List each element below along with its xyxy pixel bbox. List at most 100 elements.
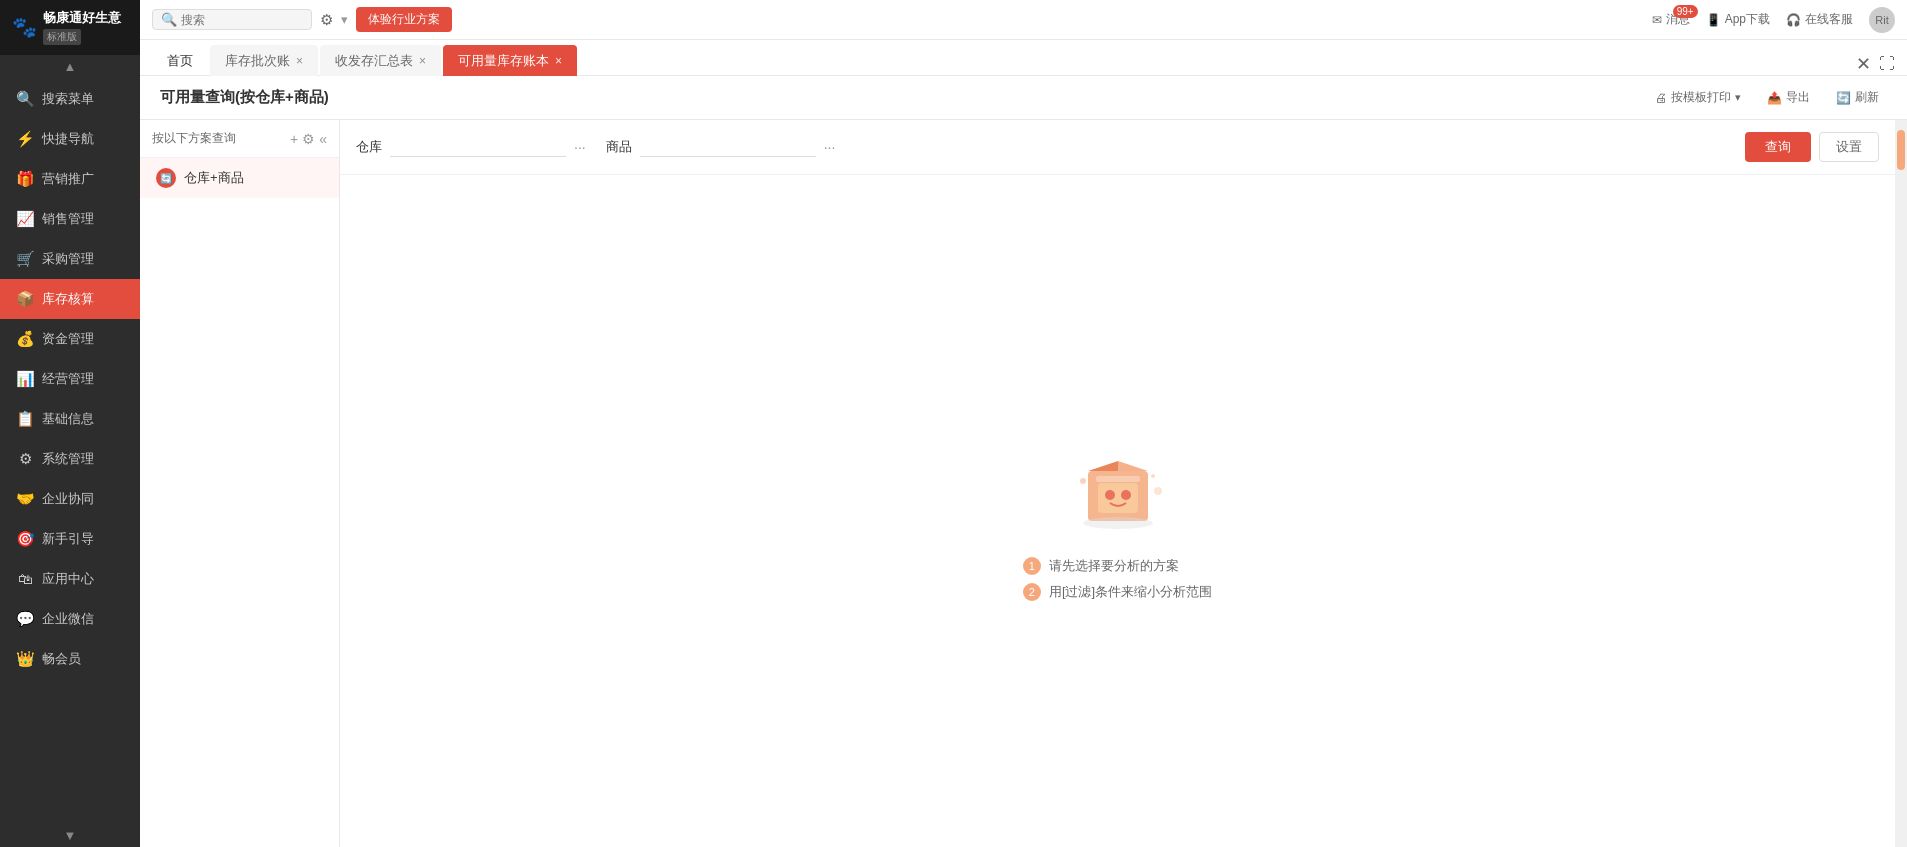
sidebar-item-label: 搜索菜单	[42, 90, 94, 108]
sidebar-item-shortcut[interactable]: ⚡ 快捷导航	[0, 119, 140, 159]
user-name: Rit	[1875, 14, 1888, 26]
topbar-dropdown-icon[interactable]: ▾	[341, 12, 348, 27]
sidebar-item-marketing[interactable]: 🎁 营销推广	[0, 159, 140, 199]
refresh-btn[interactable]: 🔄 刷新	[1828, 86, 1887, 109]
page-actions: 🖨 按模板打印 ▾ 📤 导出 🔄 刷新	[1647, 86, 1887, 109]
tab-close-btn[interactable]: ✕	[1856, 53, 1871, 75]
sidebar-item-label: 经营管理	[42, 370, 94, 388]
scroll-down[interactable]: ▼	[0, 823, 140, 847]
app-download-btn[interactable]: 📱 App下载	[1706, 11, 1770, 28]
export-label: 导出	[1786, 89, 1810, 106]
sidebar-item-enterprise[interactable]: 🤝 企业协同	[0, 479, 140, 519]
sidebar-nav: 🔍 搜索菜单 ⚡ 快捷导航 🎁 营销推广 📈 销售管理 🛒 采购管理 📦 库存核…	[0, 79, 140, 823]
sidebar-item-label: 资金管理	[42, 330, 94, 348]
tab-available-account[interactable]: 可用量库存账本 ×	[443, 45, 577, 76]
sidebar-item-inventory[interactable]: 📦 库存核算	[0, 279, 140, 319]
print-dropdown-icon: ▾	[1735, 91, 1741, 104]
tab-home[interactable]: 首页	[152, 45, 208, 76]
right-scrollbar[interactable]	[1895, 120, 1907, 847]
sidebar-item-label: 企业协同	[42, 490, 94, 508]
finance-icon: 💰	[16, 330, 34, 348]
online-service-btn[interactable]: 🎧 在线客服	[1786, 11, 1853, 28]
tab-expand-btn[interactable]: ⛶	[1879, 55, 1895, 73]
phone-icon: 📱	[1706, 13, 1721, 27]
tab-collect-summary[interactable]: 收发存汇总表 ×	[320, 45, 441, 76]
svg-marker-2	[1118, 461, 1148, 471]
filter-row: 仓库 ··· 商品 ··· 查询 设置	[340, 120, 1895, 175]
message-icon: ✉	[1652, 13, 1662, 27]
sidebar-item-system[interactable]: ⚙ 系统管理	[0, 439, 140, 479]
sidebar-item-search[interactable]: 🔍 搜索菜单	[0, 79, 140, 119]
scheme-warehouse-goods[interactable]: 🔄 仓库+商品	[140, 158, 339, 198]
inventory-icon: 📦	[16, 290, 34, 308]
tab-batch-account-close[interactable]: ×	[296, 54, 303, 68]
right-panel: 仓库 ··· 商品 ··· 查询 设置	[340, 120, 1895, 847]
collapse-icon[interactable]: «	[319, 131, 327, 147]
svg-point-10	[1154, 487, 1162, 495]
warehouse-more-icon[interactable]: ···	[574, 139, 586, 155]
page-title: 可用量查询(按仓库+商品)	[160, 88, 329, 107]
user-avatar[interactable]: Rit	[1869, 7, 1895, 33]
sidebar-item-newbie[interactable]: 🎯 新手引导	[0, 519, 140, 559]
sidebar-item-purchase[interactable]: 🛒 采购管理	[0, 239, 140, 279]
search-input[interactable]	[181, 13, 281, 27]
sales-icon: 📈	[16, 210, 34, 228]
hint-text-2: 用[过滤]条件来缩小分析范围	[1049, 583, 1212, 601]
add-scheme-icon[interactable]: +	[290, 131, 298, 147]
message-badge: 99+	[1673, 5, 1698, 18]
refresh-icon: 🔄	[1836, 91, 1851, 105]
hint-item-1: 1 请先选择要分析的方案	[1023, 557, 1212, 575]
scroll-up[interactable]: ▲	[0, 55, 140, 79]
hint-num-2: 2	[1023, 583, 1041, 601]
message-btn[interactable]: ✉ 消息 99+	[1652, 11, 1690, 28]
left-panel-header: 按以下方案查询 + ⚙ «	[140, 120, 339, 158]
filter-settings-button[interactable]: 设置	[1819, 132, 1879, 162]
hint-num-1: 1	[1023, 557, 1041, 575]
sidebar-item-label: 库存核算	[42, 290, 94, 308]
scrollbar-thumb[interactable]	[1897, 130, 1905, 170]
sidebar-item-label: 基础信息	[42, 410, 94, 428]
sidebar-item-appstore[interactable]: 🛍 应用中心	[0, 559, 140, 599]
sidebar-item-sales[interactable]: 📈 销售管理	[0, 199, 140, 239]
sidebar-item-label: 采购管理	[42, 250, 94, 268]
tab-available-account-close[interactable]: ×	[555, 54, 562, 68]
app-name: 畅康通好生意	[43, 10, 121, 27]
topbar-right: ✉ 消息 99+ 📱 App下载 🎧 在线客服 Rit	[1652, 7, 1895, 33]
tabbar-right: ✕ ⛶	[1856, 53, 1895, 75]
scheme-settings-icon[interactable]: ⚙	[302, 131, 315, 147]
basic-icon: 📋	[16, 410, 34, 428]
scheme-label: 仓库+商品	[184, 169, 244, 187]
topbar-search-box[interactable]: 🔍	[152, 9, 312, 30]
export-btn[interactable]: 📤 导出	[1759, 86, 1818, 109]
newbie-icon: 🎯	[16, 530, 34, 548]
sidebar-item-label: 营销推广	[42, 170, 94, 188]
tab-available-account-label: 可用量库存账本	[458, 52, 549, 70]
export-icon: 📤	[1767, 91, 1782, 105]
sidebar-item-member[interactable]: 👑 畅会员	[0, 639, 140, 679]
topbar-gear-icon[interactable]: ⚙	[320, 11, 333, 29]
sidebar-item-wechat[interactable]: 💬 企业微信	[0, 599, 140, 639]
member-icon: 👑	[16, 650, 34, 668]
wechat-icon: 💬	[16, 610, 34, 628]
print-btn[interactable]: 🖨 按模板打印 ▾	[1647, 86, 1749, 109]
main-area: 🔍 ⚙ ▾ 体验行业方案 ✉ 消息 99+ 📱 App下载 🎧 在线客服 Rit	[140, 0, 1907, 847]
tab-batch-account[interactable]: 库存批次账 ×	[210, 45, 318, 76]
tab-collect-summary-close[interactable]: ×	[419, 54, 426, 68]
trial-btn[interactable]: 体验行业方案	[356, 7, 452, 32]
appstore-icon: 🛍	[16, 570, 34, 588]
tab-home-label: 首页	[167, 52, 193, 70]
query-button[interactable]: 查询	[1745, 132, 1811, 162]
svg-rect-4	[1098, 483, 1138, 513]
goods-filter-label: 商品	[606, 138, 632, 156]
sidebar-item-basic[interactable]: 📋 基础信息	[0, 399, 140, 439]
left-panel-title: 按以下方案查询	[152, 130, 236, 147]
sidebar-item-finance[interactable]: 💰 资金管理	[0, 319, 140, 359]
topbar: 🔍 ⚙ ▾ 体验行业方案 ✉ 消息 99+ 📱 App下载 🎧 在线客服 Rit	[140, 0, 1907, 40]
svg-marker-1	[1088, 461, 1118, 471]
sidebar-item-operation[interactable]: 📊 经营管理	[0, 359, 140, 399]
warehouse-input[interactable]	[390, 137, 566, 157]
goods-more-icon[interactable]: ···	[824, 139, 836, 155]
tab-batch-account-label: 库存批次账	[225, 52, 290, 70]
svg-point-9	[1151, 474, 1155, 478]
goods-input[interactable]	[640, 137, 816, 157]
